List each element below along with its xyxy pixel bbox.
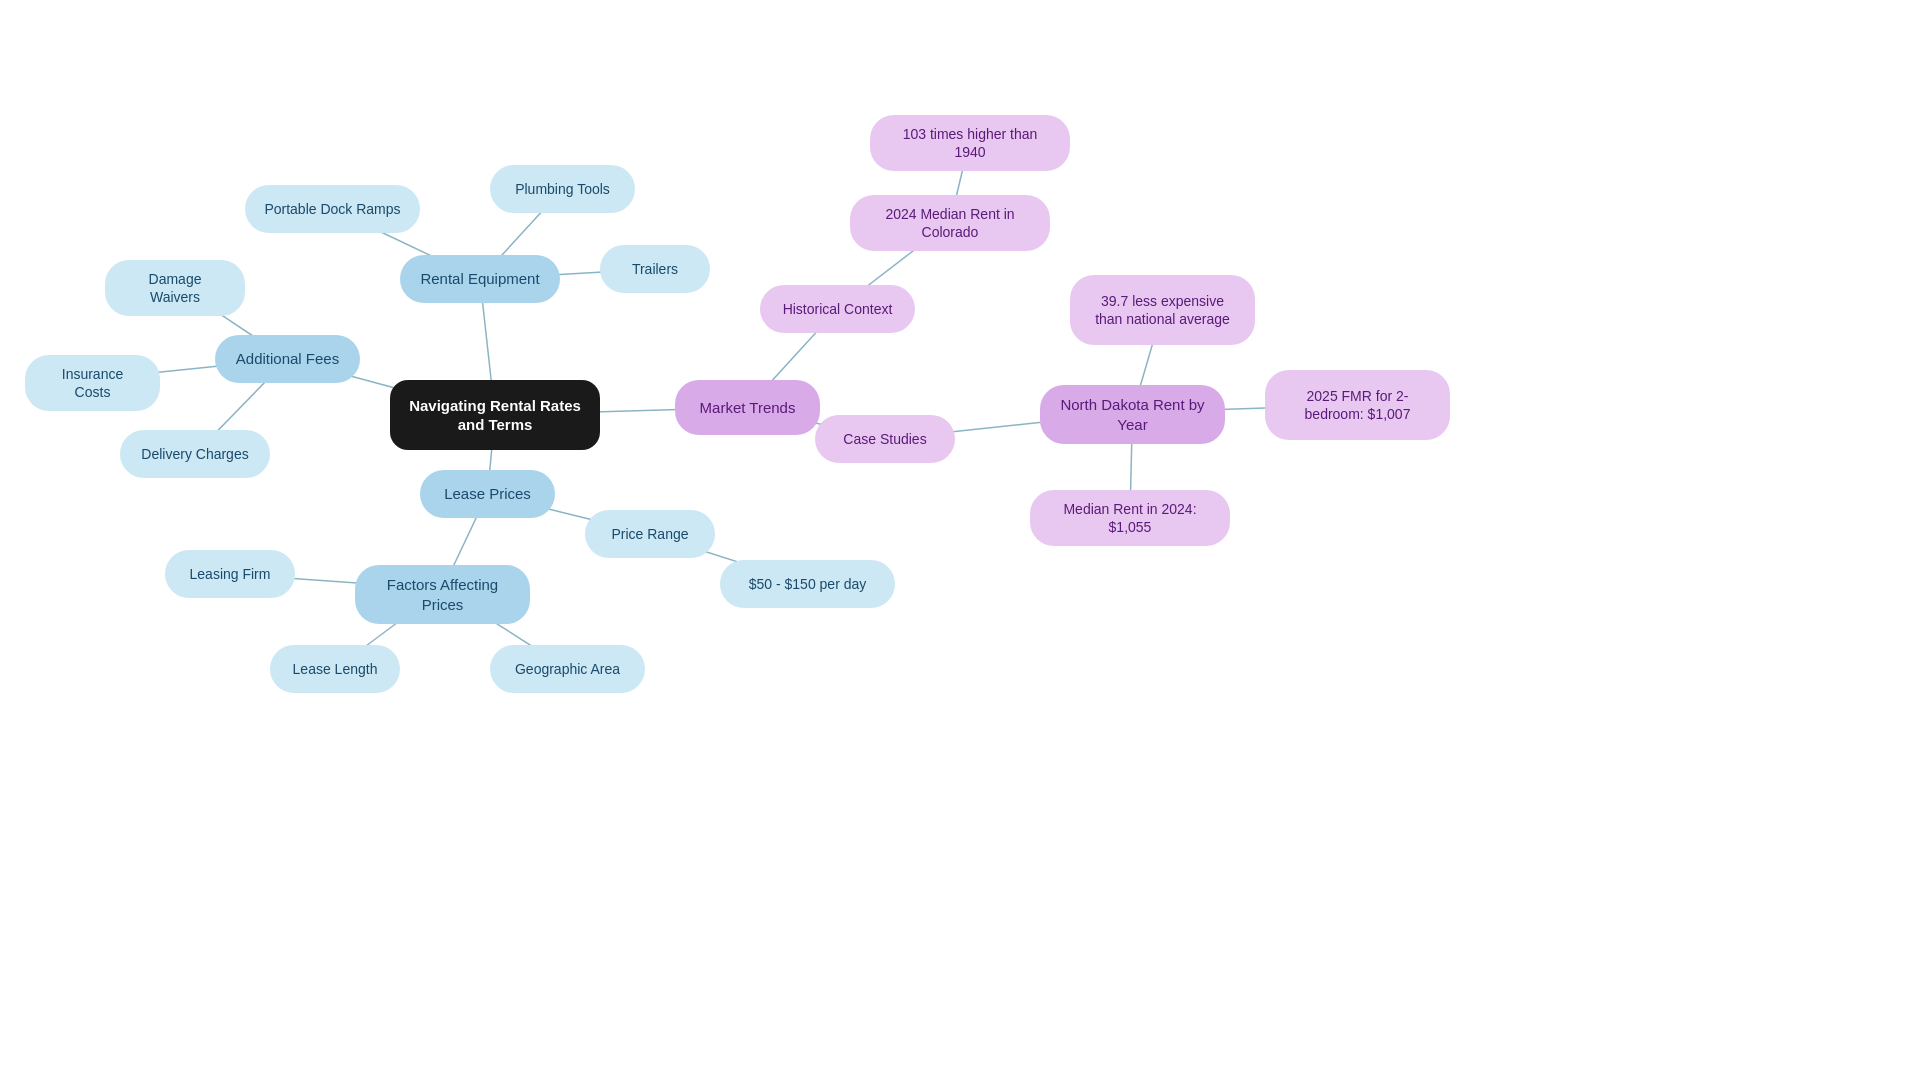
node-damage_waivers: Damage Waivers (105, 260, 245, 316)
node-label-price_range: Price Range (611, 525, 688, 543)
node-label-market_trends: Market Trends (700, 398, 796, 418)
node-lease_length: Lease Length (270, 645, 400, 693)
node-fmr_2025: 2025 FMR for 2-bedroom: $1,007 (1265, 370, 1450, 440)
node-trailers: Trailers (600, 245, 710, 293)
node-label-damage_waivers: Damage Waivers (123, 270, 227, 306)
node-median_rent_co: 2024 Median Rent in Colorado (850, 195, 1050, 251)
node-label-fmr_2025: 2025 FMR for 2-bedroom: $1,007 (1283, 387, 1432, 423)
node-label-center: Navigating Rental Rates and Terms (408, 396, 582, 435)
node-price_value: $50 - $150 per day (720, 560, 895, 608)
node-label-nd_rent_by_year: North Dakota Rent by Year (1058, 395, 1207, 434)
node-times_higher: 103 times higher than 1940 (870, 115, 1070, 171)
node-label-median_2024: Median Rent in 2024: $1,055 (1048, 500, 1212, 536)
node-label-plumbing_tools: Plumbing Tools (515, 180, 610, 198)
node-additional_fees: Additional Fees (215, 335, 360, 383)
node-less_expensive: 39.7 less expensive than national averag… (1070, 275, 1255, 345)
node-geographic_area: Geographic Area (490, 645, 645, 693)
node-case_studies: Case Studies (815, 415, 955, 463)
node-portable_dock_ramps: Portable Dock Ramps (245, 185, 420, 233)
node-median_2024: Median Rent in 2024: $1,055 (1030, 490, 1230, 546)
node-label-delivery_charges: Delivery Charges (141, 445, 248, 463)
mind-map: Navigating Rental Rates and Terms Rental … (0, 0, 1920, 1083)
node-label-portable_dock_ramps: Portable Dock Ramps (264, 200, 400, 218)
node-label-times_higher: 103 times higher than 1940 (888, 125, 1052, 161)
node-factors_affecting: Factors Affecting Prices (355, 565, 530, 624)
node-market_trends: Market Trends (675, 380, 820, 435)
node-label-rental_equipment: Rental Equipment (420, 269, 539, 289)
node-label-insurance_costs: Insurance Costs (43, 365, 142, 401)
node-label-trailers: Trailers (632, 260, 678, 278)
node-delivery_charges: Delivery Charges (120, 430, 270, 478)
node-nd_rent_by_year: North Dakota Rent by Year (1040, 385, 1225, 444)
node-label-less_expensive: 39.7 less expensive than national averag… (1088, 292, 1237, 328)
node-historical_context: Historical Context (760, 285, 915, 333)
node-insurance_costs: Insurance Costs (25, 355, 160, 411)
node-label-leasing_firm: Leasing Firm (190, 565, 271, 583)
node-label-lease_prices: Lease Prices (444, 484, 531, 504)
node-label-median_rent_co: 2024 Median Rent in Colorado (868, 205, 1032, 241)
node-label-factors_affecting: Factors Affecting Prices (373, 575, 512, 614)
node-price_range: Price Range (585, 510, 715, 558)
node-lease_prices: Lease Prices (420, 470, 555, 518)
node-label-historical_context: Historical Context (783, 300, 893, 318)
node-rental_equipment: Rental Equipment (400, 255, 560, 303)
node-label-additional_fees: Additional Fees (236, 349, 339, 369)
node-label-price_value: $50 - $150 per day (749, 575, 867, 593)
node-label-geographic_area: Geographic Area (515, 660, 620, 678)
node-plumbing_tools: Plumbing Tools (490, 165, 635, 213)
node-label-case_studies: Case Studies (843, 430, 926, 448)
node-leasing_firm: Leasing Firm (165, 550, 295, 598)
node-center: Navigating Rental Rates and Terms (390, 380, 600, 450)
node-label-lease_length: Lease Length (293, 660, 378, 678)
